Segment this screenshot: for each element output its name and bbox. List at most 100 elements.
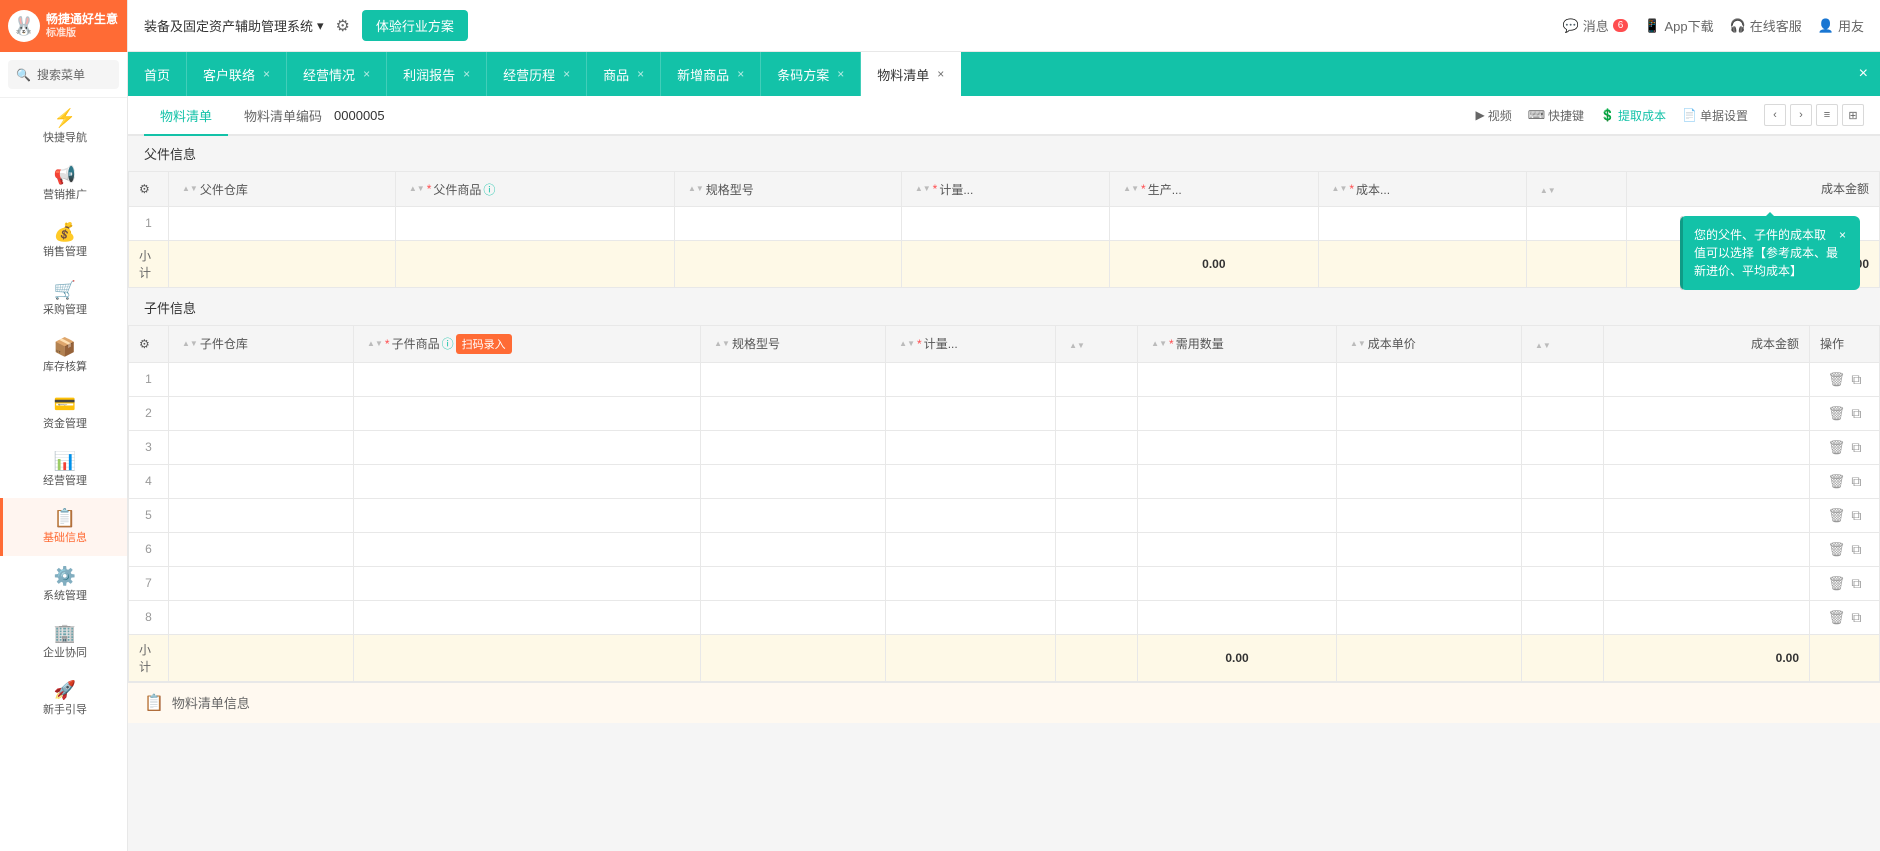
child-warehouse-cell[interactable]: [169, 498, 354, 532]
tab-history[interactable]: 经营历程 ×: [487, 52, 587, 96]
child-extra-cell[interactable]: [1056, 464, 1138, 498]
child-unit-cost-cell[interactable]: [1336, 396, 1521, 430]
child-extra2-cell[interactable]: [1522, 600, 1604, 634]
child-unit-cost-cell[interactable]: [1336, 498, 1521, 532]
sidebar-item-basic[interactable]: 📋 基础信息: [0, 498, 127, 555]
child-extra2-cell[interactable]: [1522, 532, 1604, 566]
parent-production-cell[interactable]: [1110, 206, 1318, 240]
tab-operations[interactable]: 经营情况 ×: [287, 52, 387, 96]
menu-arrow[interactable]: ≡: [1816, 104, 1838, 126]
child-spec-cell[interactable]: [701, 430, 886, 464]
child-extra2-cell[interactable]: [1522, 566, 1604, 600]
sidebar-item-guide[interactable]: 🚀 新手引导: [0, 670, 127, 727]
settings-icon[interactable]: ⚙: [336, 16, 350, 36]
child-col-gear[interactable]: ⚙: [129, 325, 169, 362]
child-qty-cell[interactable]: [1138, 532, 1337, 566]
delete-icon[interactable]: 🗑: [1828, 507, 1846, 524]
child-goods-cell[interactable]: [354, 362, 701, 396]
system-select[interactable]: 装备及固定资产辅助管理系统 ▾: [144, 16, 324, 35]
child-goods-cell[interactable]: [354, 498, 701, 532]
child-goods-cell[interactable]: [354, 430, 701, 464]
delete-icon[interactable]: 🗑: [1828, 473, 1846, 490]
delete-icon[interactable]: 🗑: [1828, 439, 1846, 456]
child-goods-cell[interactable]: [354, 566, 701, 600]
close-icon[interactable]: ×: [937, 67, 944, 81]
child-extra-cell[interactable]: [1056, 396, 1138, 430]
child-spec-cell[interactable]: [701, 464, 886, 498]
search-menu-button[interactable]: 🔍 搜索菜单: [8, 60, 119, 89]
scan-badge[interactable]: 扫码录入: [456, 334, 512, 354]
child-qty-cell[interactable]: [1138, 600, 1337, 634]
child-unit-cost-cell[interactable]: [1336, 532, 1521, 566]
parent-goods-cell[interactable]: [395, 206, 674, 240]
child-spec-cell[interactable]: [701, 498, 886, 532]
child-extra2-cell[interactable]: [1522, 362, 1604, 396]
tab-new-goods[interactable]: 新增商品 ×: [661, 52, 761, 96]
child-warehouse-cell[interactable]: [169, 464, 354, 498]
tabbar-close-button[interactable]: ×: [1847, 65, 1880, 83]
parent-spec-cell[interactable]: [674, 206, 901, 240]
child-goods-cell[interactable]: [354, 532, 701, 566]
copy-icon[interactable]: ⧉: [1851, 541, 1861, 558]
child-goods-cell[interactable]: [354, 464, 701, 498]
child-unit-cell[interactable]: [886, 600, 1056, 634]
online-service-action[interactable]: 🎧 在线客服: [1730, 16, 1802, 35]
child-extra-cell[interactable]: [1056, 362, 1138, 396]
close-icon[interactable]: ×: [637, 67, 644, 81]
expand-arrow[interactable]: ⊞: [1842, 104, 1864, 126]
tooltip-close-button[interactable]: ×: [1839, 226, 1846, 244]
child-warehouse-cell[interactable]: [169, 430, 354, 464]
child-warehouse-cell[interactable]: [169, 396, 354, 430]
child-warehouse-cell[interactable]: [169, 532, 354, 566]
delete-icon[interactable]: 🗑: [1828, 405, 1846, 422]
delete-icon[interactable]: 🗑: [1828, 575, 1846, 592]
app-download-action[interactable]: 📱 App下载: [1644, 16, 1713, 35]
child-unit-cell[interactable]: [886, 362, 1056, 396]
close-icon[interactable]: ×: [737, 67, 744, 81]
child-unit-cell[interactable]: [886, 498, 1056, 532]
close-icon[interactable]: ×: [363, 67, 370, 81]
tab-customer[interactable]: 客户联络 ×: [187, 52, 287, 96]
sidebar-item-purchase[interactable]: 🛒 采购管理: [0, 270, 127, 327]
sidebar-item-quicknav[interactable]: ⚡ 快捷导航: [0, 98, 127, 155]
child-qty-cell[interactable]: [1138, 498, 1337, 532]
child-unit-cell[interactable]: [886, 396, 1056, 430]
user-action[interactable]: 👤 用友: [1818, 16, 1864, 35]
child-qty-cell[interactable]: [1138, 566, 1337, 600]
child-spec-cell[interactable]: [701, 532, 886, 566]
copy-icon[interactable]: ⧉: [1851, 473, 1861, 490]
child-unit-cell[interactable]: [886, 532, 1056, 566]
delete-icon[interactable]: 🗑: [1828, 371, 1846, 388]
settings-action[interactable]: 📄 单据设置: [1682, 107, 1748, 124]
tab-goods[interactable]: 商品 ×: [587, 52, 661, 96]
child-warehouse-cell[interactable]: [169, 600, 354, 634]
close-icon[interactable]: ×: [563, 67, 570, 81]
shortcut-action[interactable]: ⌨ 快捷键: [1528, 107, 1584, 124]
sidebar-item-marketing[interactable]: 📢 营销推广: [0, 155, 127, 212]
child-unit-cost-cell[interactable]: [1336, 464, 1521, 498]
child-goods-cell[interactable]: [354, 600, 701, 634]
child-unit-cell[interactable]: [886, 566, 1056, 600]
copy-icon[interactable]: ⧉: [1851, 609, 1861, 626]
child-qty-cell[interactable]: [1138, 396, 1337, 430]
parent-extra-cell[interactable]: [1526, 206, 1627, 240]
subtab-bom-list[interactable]: 物料清单: [144, 96, 228, 136]
sidebar-item-enterprise[interactable]: 🏢 企业协同: [0, 613, 127, 670]
tab-profit[interactable]: 利润报告 ×: [387, 52, 487, 96]
child-unit-cost-cell[interactable]: [1336, 600, 1521, 634]
child-unit-cost-cell[interactable]: [1336, 566, 1521, 600]
child-warehouse-cell[interactable]: [169, 566, 354, 600]
child-goods-cell[interactable]: [354, 396, 701, 430]
child-extra-cell[interactable]: [1056, 532, 1138, 566]
child-unit-cost-cell[interactable]: [1336, 430, 1521, 464]
copy-icon[interactable]: ⧉: [1851, 439, 1861, 456]
close-icon[interactable]: ×: [263, 67, 270, 81]
child-spec-cell[interactable]: [701, 362, 886, 396]
copy-icon[interactable]: ⧉: [1851, 575, 1861, 592]
sidebar-item-operations[interactable]: 📊 经营管理: [0, 441, 127, 498]
extract-cost-action[interactable]: 💲 提取成本: [1600, 107, 1666, 124]
parent-cost-cell[interactable]: [1318, 206, 1526, 240]
tab-home[interactable]: 首页: [128, 52, 187, 96]
sidebar-item-finance[interactable]: 💳 资金管理: [0, 384, 127, 441]
parent-col-gear[interactable]: ⚙: [129, 172, 169, 207]
